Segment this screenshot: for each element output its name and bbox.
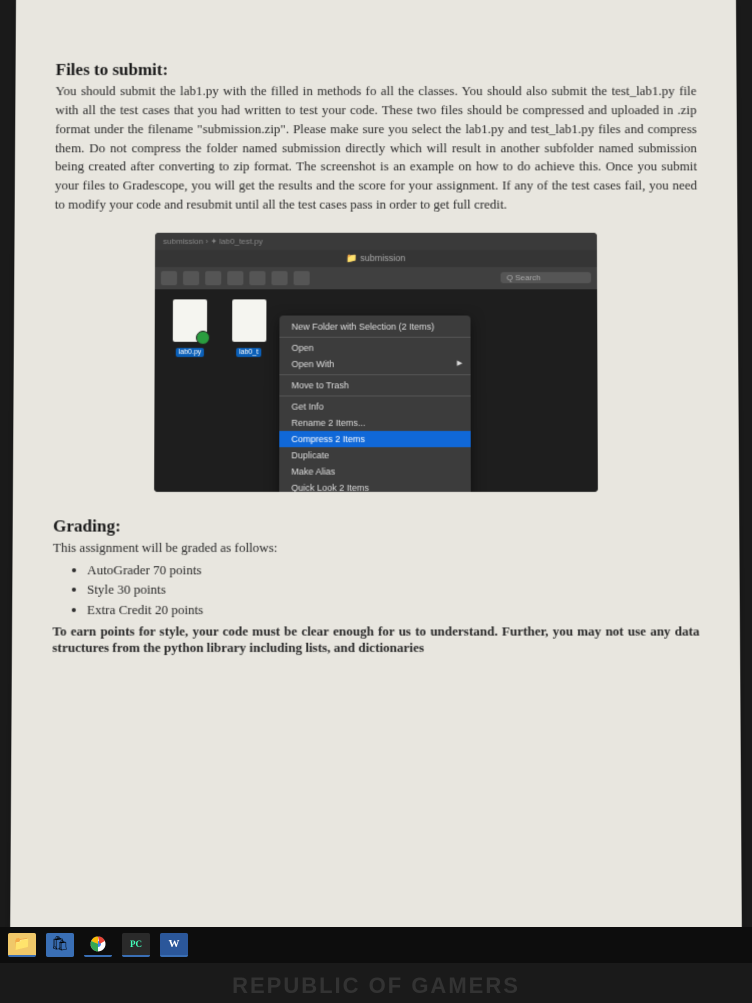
menu-duplicate[interactable]: Duplicate bbox=[279, 447, 471, 463]
menu-get-info[interactable]: Get Info bbox=[279, 398, 470, 414]
finder-title-bar: 📁 submission bbox=[155, 250, 597, 267]
finder-window: submission › ✦ lab0_test.py 📁 submission… bbox=[154, 233, 598, 492]
file-document-icon bbox=[232, 299, 266, 341]
finder-content: lab0.py lab0_t New Folder with Selection… bbox=[154, 289, 598, 492]
list-item: Style 30 points bbox=[87, 580, 699, 600]
menu-alias[interactable]: Make Alias bbox=[279, 463, 471, 479]
paragraph-submit: You should submit the lab1.py with the f… bbox=[55, 82, 697, 215]
gear-icon[interactable] bbox=[249, 271, 265, 285]
laptop-bezel-brand: REPUBLIC OF GAMERS bbox=[0, 973, 752, 999]
context-menu: New Folder with Selection (2 Items) Open… bbox=[279, 315, 471, 491]
finder-path-bar: submission › ✦ lab0_test.py bbox=[155, 233, 597, 250]
menu-quick-look[interactable]: Quick Look 2 Items bbox=[279, 480, 471, 492]
file-document-icon bbox=[173, 299, 207, 341]
list-item: Extra Credit 20 points bbox=[87, 600, 700, 620]
word-icon[interactable]: W bbox=[160, 933, 188, 957]
menu-compress[interactable]: Compress 2 Items bbox=[279, 431, 470, 447]
list-item: AutoGrader 70 points bbox=[87, 560, 699, 580]
menu-separator bbox=[279, 337, 470, 338]
file-label: lab0.py bbox=[175, 348, 204, 357]
style-note: To earn points for style, your code must… bbox=[52, 624, 699, 657]
menu-open[interactable]: Open bbox=[279, 340, 470, 356]
menu-trash[interactable]: Move to Trash bbox=[279, 377, 470, 393]
grading-intro: This assignment will be graded as follow… bbox=[53, 539, 699, 558]
tag-icon[interactable] bbox=[294, 271, 310, 285]
menu-open-with[interactable]: Open With bbox=[279, 356, 470, 372]
heading-files: Files to submit: bbox=[56, 60, 697, 80]
share-icon[interactable] bbox=[271, 271, 287, 285]
file-label: lab0_t bbox=[236, 348, 261, 357]
chrome-icon[interactable] bbox=[84, 933, 112, 957]
menu-rename[interactable]: Rename 2 Items... bbox=[279, 415, 470, 431]
file-explorer-icon[interactable]: 📁 bbox=[8, 933, 36, 957]
app-icon[interactable]: PC bbox=[122, 933, 150, 957]
example-screenshot: submission › ✦ lab0_test.py 📁 submission… bbox=[154, 233, 598, 492]
menu-separator bbox=[279, 374, 470, 375]
view-column-icon[interactable] bbox=[205, 271, 221, 285]
file-lab0py[interactable]: lab0.py bbox=[165, 299, 215, 357]
grading-list: AutoGrader 70 points Style 30 points Ext… bbox=[87, 560, 700, 620]
file-lab0test[interactable]: lab0_t bbox=[224, 299, 274, 357]
view-list-icon[interactable] bbox=[161, 271, 177, 285]
menu-separator bbox=[279, 395, 470, 396]
menu-new-folder[interactable]: New Folder with Selection (2 Items) bbox=[279, 318, 470, 334]
finder-toolbar: Q Search bbox=[155, 267, 597, 289]
store-icon[interactable]: 🛍 bbox=[46, 933, 74, 957]
view-gallery-icon[interactable] bbox=[227, 271, 243, 285]
heading-grading: Grading: bbox=[53, 516, 699, 536]
windows-taskbar[interactable]: 📁 🛍 PC W bbox=[0, 927, 752, 963]
search-input[interactable]: Q Search bbox=[501, 273, 591, 284]
view-grid-icon[interactable] bbox=[183, 271, 199, 285]
document-page: Files to submit: You should submit the l… bbox=[10, 0, 742, 934]
